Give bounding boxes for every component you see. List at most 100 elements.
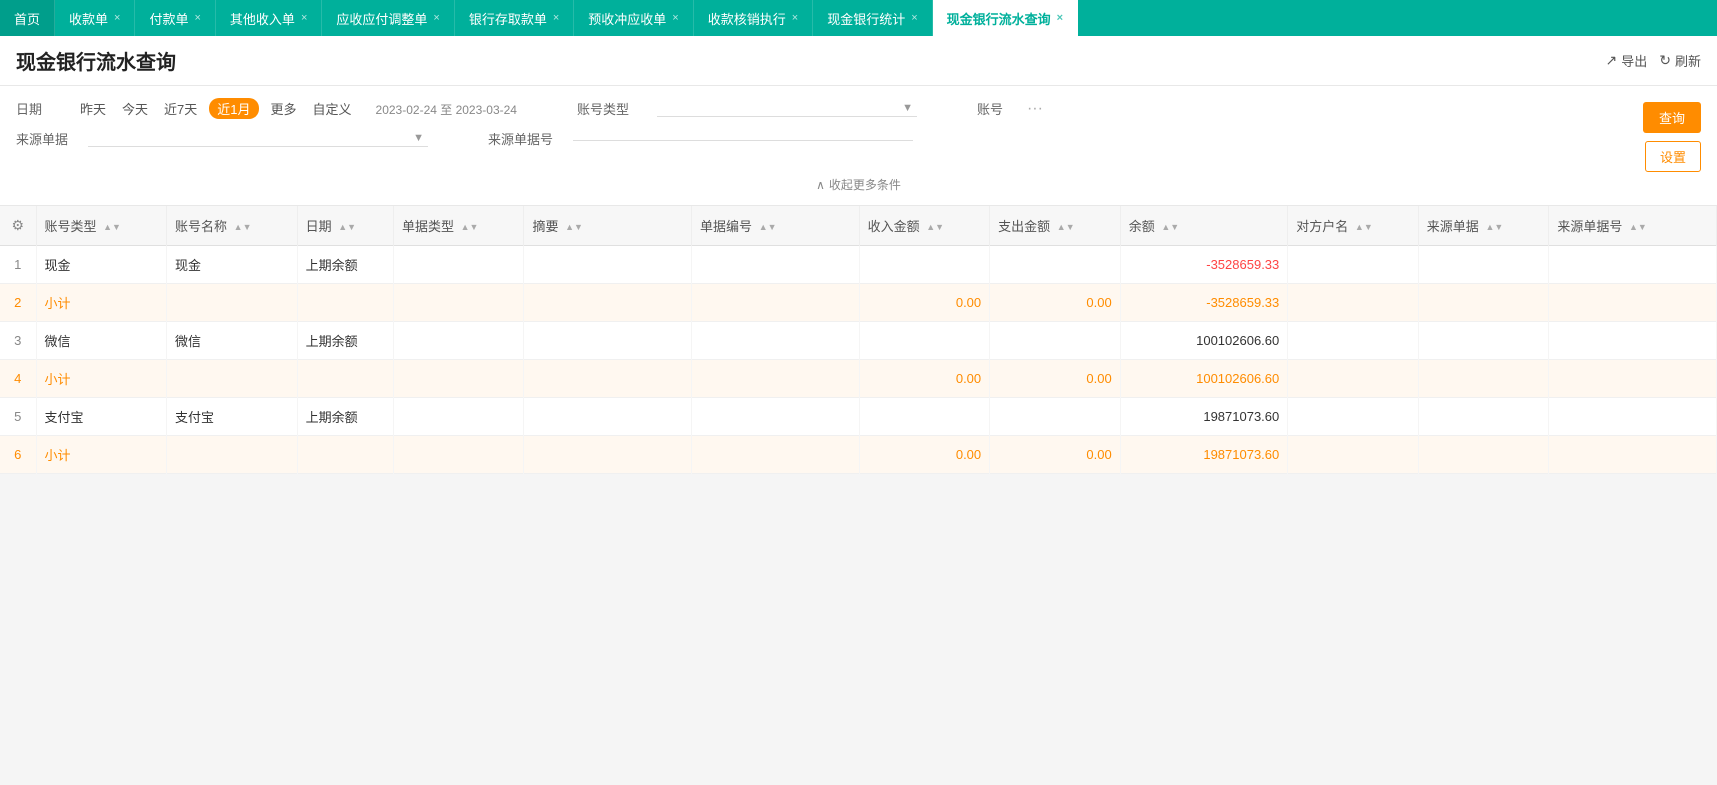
sort-doc-no[interactable]: ▲▼ — [759, 223, 777, 232]
col-source-doc[interactable]: 来源单据 ▲▼ — [1418, 206, 1549, 246]
date-more-btn[interactable]: 更多 — [267, 98, 301, 119]
filter-row-1: 日期 昨天 今天 近7天 近1月 更多 自定义 2023-02-24 至 202… — [16, 98, 1623, 119]
nav-tab-3[interactable]: 其他收入单 × — [216, 0, 322, 36]
table-row[interactable]: 4 小计 0.00 0.00 100102606.60 — [0, 360, 1717, 398]
date-filter-label: 日期 — [16, 99, 56, 118]
col-expense[interactable]: 支出金额 ▲▼ — [990, 206, 1121, 246]
nav-tab-5[interactable]: 银行存取款单 × — [455, 0, 574, 36]
nav-tab-3-close[interactable]: × — [301, 12, 307, 24]
query-button[interactable]: 查询 — [1643, 102, 1701, 133]
date-yesterday-btn[interactable]: 昨天 — [76, 98, 110, 119]
export-button[interactable]: ↗ 导出 — [1606, 51, 1648, 70]
sort-income[interactable]: ▲▼ — [926, 223, 944, 232]
col-date[interactable]: 日期 ▲▼ — [297, 206, 393, 246]
col-income[interactable]: 收入金额 ▲▼ — [859, 206, 990, 246]
cell-source-doc — [1418, 284, 1549, 322]
nav-tab-4-close[interactable]: × — [433, 12, 439, 24]
sort-source-doc[interactable]: ▲▼ — [1485, 223, 1503, 232]
cell-account-type: 微信 — [36, 322, 167, 360]
account-more-icon[interactable]: ··· — [1027, 100, 1043, 118]
sort-date[interactable]: ▲▼ — [338, 223, 356, 232]
cell-counterpart — [1288, 284, 1419, 322]
nav-tab-1[interactable]: 收款单 × — [55, 0, 135, 36]
cell-source-doc-no — [1549, 284, 1717, 322]
table-row[interactable]: 2 小计 0.00 0.00 -3528659.33 — [0, 284, 1717, 322]
nav-tab-1-close[interactable]: × — [114, 12, 120, 24]
cell-doc-type — [393, 360, 524, 398]
nav-tab-6[interactable]: 预收冲应收单 × — [574, 0, 693, 36]
cell-counterpart — [1288, 246, 1419, 284]
cell-account-name: 支付宝 — [167, 398, 298, 436]
sort-expense[interactable]: ▲▼ — [1057, 223, 1075, 232]
collapse-bar[interactable]: ∧ 收起更多条件 — [16, 172, 1701, 201]
col-date-label: 日期 — [306, 219, 332, 234]
source-doc-no-input[interactable] — [573, 136, 913, 141]
col-summary-label: 摘要 — [532, 219, 558, 234]
nav-tab-2[interactable]: 付款单 × — [135, 0, 215, 36]
nav-tab-5-close[interactable]: × — [553, 12, 559, 24]
row-num: 2 — [0, 284, 36, 322]
page-header: 现金银行流水查询 ↗ 导出 ↻ 刷新 — [0, 36, 1717, 86]
cell-date: 上期余额 — [297, 246, 393, 284]
nav-tab-9[interactable]: 现金银行流水查询 × — [933, 0, 1078, 36]
nav-tab-6-close[interactable]: × — [672, 12, 678, 24]
cell-expense: 0.00 — [990, 360, 1121, 398]
cell-summary — [524, 436, 692, 474]
cell-summary — [524, 398, 692, 436]
sort-summary[interactable]: ▲▼ — [565, 223, 583, 232]
nav-tab-7[interactable]: 收款核销执行 × — [694, 0, 813, 36]
gear-icon[interactable]: ⚙ — [11, 217, 24, 233]
sort-balance[interactable]: ▲▼ — [1161, 223, 1179, 232]
col-gear[interactable]: ⚙ — [0, 206, 36, 246]
sort-source-doc-no[interactable]: ▲▼ — [1629, 223, 1647, 232]
table-row[interactable]: 3 微信 微信 上期余额 100102606.60 — [0, 322, 1717, 360]
nav-tab-8-close[interactable]: × — [911, 12, 917, 24]
col-source-doc-label: 来源单据 — [1427, 219, 1479, 234]
cell-doc-no — [692, 322, 860, 360]
nav-tab-3-label: 其他收入单 — [230, 9, 295, 28]
nav-home[interactable]: 首页 — [0, 0, 55, 36]
source-doc-select[interactable]: ▼ — [88, 130, 428, 147]
sort-account-type[interactable]: ▲▼ — [103, 223, 121, 232]
nav-tab-2-close[interactable]: × — [194, 12, 200, 24]
cell-source-doc-no — [1549, 398, 1717, 436]
nav-tab-9-label: 现金银行流水查询 — [947, 9, 1051, 28]
sort-account-name[interactable]: ▲▼ — [234, 223, 252, 232]
export-label: 导出 — [1621, 51, 1647, 70]
settings-button[interactable]: 设置 — [1645, 141, 1701, 172]
date-custom-btn[interactable]: 自定义 — [309, 98, 356, 119]
col-doc-no[interactable]: 单据编号 ▲▼ — [692, 206, 860, 246]
account-type-filter-label: 账号类型 — [577, 99, 637, 118]
cell-doc-type — [393, 322, 524, 360]
date-1month-btn[interactable]: 近1月 — [209, 98, 258, 119]
date-7days-btn[interactable]: 近7天 — [160, 98, 201, 119]
col-counterpart[interactable]: 对方户名 ▲▼ — [1288, 206, 1419, 246]
cell-account-name: 现金 — [167, 246, 298, 284]
nav-tab-7-close[interactable]: × — [792, 12, 798, 24]
nav-tab-4[interactable]: 应收应付调整单 × — [322, 0, 454, 36]
cell-doc-type — [393, 246, 524, 284]
nav-tab-8[interactable]: 现金银行统计 × — [813, 0, 932, 36]
cell-balance: 100102606.60 — [1120, 322, 1288, 360]
cell-account-type: 现金 — [36, 246, 167, 284]
col-source-doc-no[interactable]: 来源单据号 ▲▼ — [1549, 206, 1717, 246]
sort-doc-type[interactable]: ▲▼ — [461, 223, 479, 232]
col-account-type[interactable]: 账号类型 ▲▼ — [36, 206, 167, 246]
date-today-btn[interactable]: 今天 — [118, 98, 152, 119]
table-row[interactable]: 5 支付宝 支付宝 上期余额 19871073.60 — [0, 398, 1717, 436]
top-nav: 首页 收款单 × 付款单 × 其他收入单 × 应收应付调整单 × 银行存取款单 … — [0, 0, 1717, 36]
account-type-select[interactable]: ▼ — [657, 100, 917, 117]
cell-balance: 19871073.60 — [1120, 398, 1288, 436]
sort-counterpart[interactable]: ▲▼ — [1355, 223, 1373, 232]
refresh-button[interactable]: ↻ 刷新 — [1659, 51, 1701, 70]
nav-tab-9-close[interactable]: × — [1057, 12, 1063, 24]
col-summary[interactable]: 摘要 ▲▼ — [524, 206, 692, 246]
collapse-up-icon: ∧ — [816, 178, 825, 192]
col-account-name[interactable]: 账号名称 ▲▼ — [167, 206, 298, 246]
col-balance[interactable]: 余额 ▲▼ — [1120, 206, 1288, 246]
table-container: ⚙ 账号类型 ▲▼ 账号名称 ▲▼ 日期 ▲▼ 单据类型 ▲▼ — [0, 206, 1717, 474]
col-doc-type[interactable]: 单据类型 ▲▼ — [393, 206, 524, 246]
table-row[interactable]: 1 现金 现金 上期余额 -3528659.33 — [0, 246, 1717, 284]
cell-doc-no — [692, 398, 860, 436]
table-row[interactable]: 6 小计 0.00 0.00 19871073.60 — [0, 436, 1717, 474]
